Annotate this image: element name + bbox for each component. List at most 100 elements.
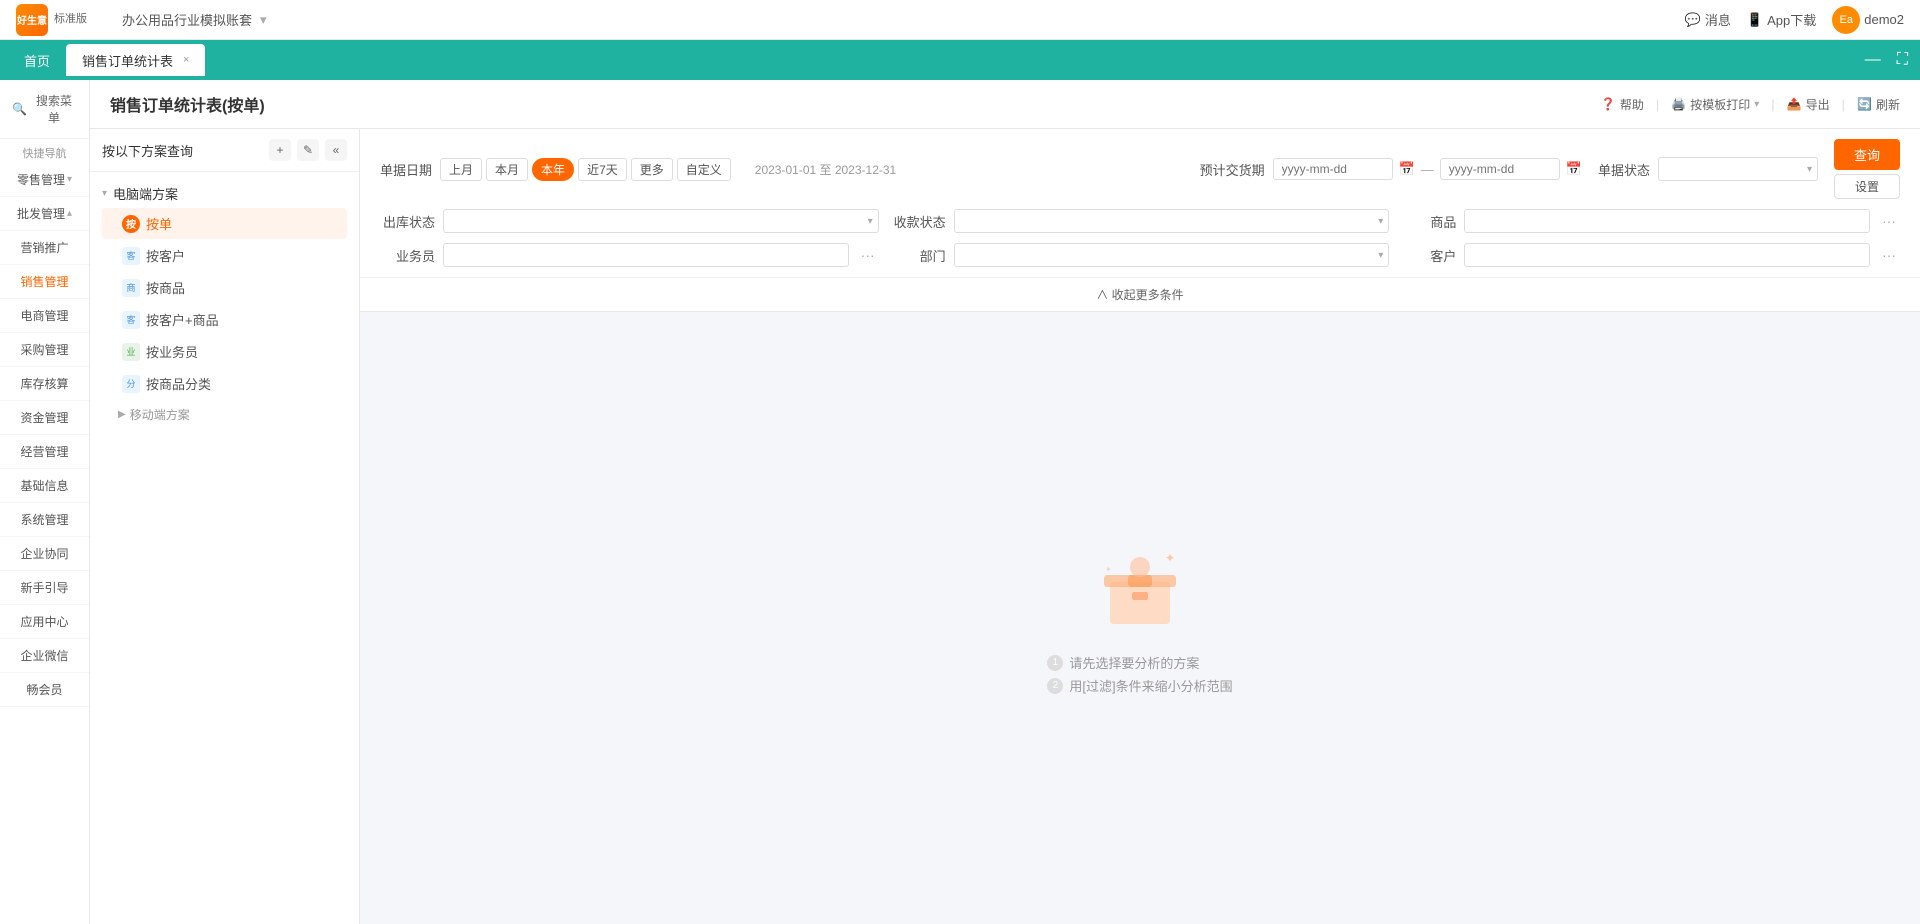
messages-action[interactable]: 💬 消息 xyxy=(1685,10,1731,29)
hint-item-2: 2 用[过滤]条件来缩小分析范围 xyxy=(1047,676,1232,695)
expected-date-end[interactable] xyxy=(1440,158,1560,180)
receipt-status-dropdown-wrap: ▾ xyxy=(954,209,1390,233)
sidebar-item-enterprise[interactable]: 企业协同 xyxy=(0,537,89,571)
tab-maximize-btn[interactable]: ⛶ xyxy=(1893,47,1912,73)
settings-btn[interactable]: 设置 xyxy=(1834,174,1900,199)
search-menu-btn[interactable]: 🔍 搜索菜单 xyxy=(8,88,81,130)
dropdown-icon[interactable]: ▾ xyxy=(260,12,267,28)
left-panel: 按以下方案查询 + ✎ « ▾ 电脑端方案 按 按单 xyxy=(90,129,360,924)
collapse-bar[interactable]: ∧ 收起更多条件 xyxy=(360,278,1920,312)
sidebar-item-finance[interactable]: 资金管理 xyxy=(0,401,89,435)
collapse-panel-btn[interactable]: « xyxy=(325,139,347,161)
expected-date-start[interactable] xyxy=(1273,158,1393,180)
filter-receipt-status-cell: 收款状态 ▾ xyxy=(891,209,1390,233)
sales-label: 销售管理 xyxy=(20,275,68,289)
sidebar-item-operations[interactable]: 经营管理 xyxy=(0,435,89,469)
solution-by-order[interactable]: 按 按单 xyxy=(102,208,347,239)
user-profile-action[interactable]: Ea demo2 xyxy=(1832,6,1904,34)
search-icon: 🔍 xyxy=(12,102,27,116)
help-action[interactable]: ❓ 帮助 xyxy=(1601,96,1644,113)
wholesale-label: 批发管理 xyxy=(17,205,65,222)
refresh-label: 刷新 xyxy=(1876,96,1900,113)
receipt-status-select[interactable] xyxy=(954,209,1390,233)
edit-solution-btn[interactable]: ✎ xyxy=(297,139,319,161)
header-divider1: | xyxy=(1656,97,1659,112)
customer-more-btn[interactable]: ··· xyxy=(1878,247,1900,263)
solution-by-salesman[interactable]: 业 按业务员 xyxy=(102,336,347,367)
sidebar-item-wechat[interactable]: 企业微信 xyxy=(0,639,89,673)
tab-home[interactable]: 首页 xyxy=(8,44,66,76)
sidebar-item-marketing[interactable]: 营销推广 xyxy=(0,231,89,265)
empty-hints: 1 请先选择要分析的方案 2 用[过滤]条件来缩小分析范围 xyxy=(1047,649,1232,699)
sidebar-search: 🔍 搜索菜单 xyxy=(0,80,89,139)
refresh-action[interactable]: 🔄 刷新 xyxy=(1857,96,1900,113)
hint-num-2: 2 xyxy=(1047,678,1063,694)
expected-date-input-group: 📅 — 📅 xyxy=(1273,158,1582,180)
salesman-input[interactable] xyxy=(443,243,849,267)
logo-icon: 好生意 xyxy=(16,4,48,36)
filter-right-group: 预计交货期 📅 — 📅 单据状态 xyxy=(1200,139,1900,199)
tab-minimize-btn[interactable]: — xyxy=(1861,47,1885,73)
order-status-select[interactable] xyxy=(1658,157,1818,181)
dept-select[interactable] xyxy=(954,243,1390,267)
calendar-icon-start[interactable]: 📅 xyxy=(1399,161,1415,177)
sidebar-item-purchase[interactable]: 采购管理 xyxy=(0,333,89,367)
tab-active[interactable]: 销售订单统计表 × xyxy=(66,44,205,76)
goods-input[interactable] xyxy=(1464,209,1870,233)
add-solution-btn[interactable]: + xyxy=(269,139,291,161)
sidebar-item-sales[interactable]: 销售管理 xyxy=(0,265,89,299)
date-custom-btn[interactable]: 自定义 xyxy=(677,158,731,181)
app-download-icon: 📱 xyxy=(1747,12,1763,28)
sidebar-item-appcenter[interactable]: 应用中心 xyxy=(0,605,89,639)
sidebar-item-retail[interactable]: 零售管理 ▾ xyxy=(0,163,89,197)
solution-by-category[interactable]: 分 按商品分类 xyxy=(102,368,347,399)
customer-input[interactable] xyxy=(1464,243,1870,267)
app-download-action[interactable]: 📱 App下载 xyxy=(1747,10,1816,29)
date-prev-month-btn[interactable]: 上月 xyxy=(440,158,482,181)
out-status-select[interactable] xyxy=(443,209,879,233)
solution-by-customer[interactable]: 客 按客户 xyxy=(102,240,347,271)
sidebar-item-wholesale[interactable]: 批发管理 ▴ xyxy=(0,197,89,231)
solution-by-salesman-label: 按业务员 xyxy=(146,342,198,361)
date-more-btn[interactable]: 更多 xyxy=(631,158,673,181)
appcenter-label: 应用中心 xyxy=(20,615,68,629)
sidebar-item-member[interactable]: 畅会员 xyxy=(0,673,89,707)
solution-by-customer-goods-label: 按客户+商品 xyxy=(146,310,219,329)
filter-salesman-cell: 业务员 ··· xyxy=(380,243,879,267)
hint-num-1: 1 xyxy=(1047,655,1063,671)
export-action[interactable]: 📤 导出 xyxy=(1787,96,1830,113)
date-this-year-btn[interactable]: 本年 xyxy=(532,158,574,181)
retail-arrow: ▾ xyxy=(67,174,72,185)
print-label: 按模板打印 xyxy=(1690,96,1750,113)
filter-out-status-cell: 出库状态 ▾ xyxy=(380,209,879,233)
solution-by-customer-label: 按客户 xyxy=(146,246,185,265)
calendar-icon-end[interactable]: 📅 xyxy=(1566,161,1582,177)
sidebar-item-inventory[interactable]: 库存核算 xyxy=(0,367,89,401)
query-btn[interactable]: 查询 xyxy=(1834,139,1900,170)
tree-parent-pc[interactable]: ▾ 电脑端方案 xyxy=(102,180,347,207)
sidebar-item-ecommerce[interactable]: 电商管理 xyxy=(0,299,89,333)
salesman-more-btn[interactable]: ··· xyxy=(857,247,879,263)
sidebar-item-system[interactable]: 系统管理 xyxy=(0,503,89,537)
top-title-text: 办公用品行业模拟账套 xyxy=(122,10,252,29)
tree-section-pc: ▾ 电脑端方案 按 按单 客 按客户 商 按商品 xyxy=(90,172,359,433)
sidebar-item-newbie[interactable]: 新手引导 xyxy=(0,571,89,605)
sidebar-item-basics[interactable]: 基础信息 xyxy=(0,469,89,503)
print-dropdown-arrow[interactable]: ▾ xyxy=(1754,99,1759,110)
solution-by-goods[interactable]: 商 按商品 xyxy=(102,272,347,303)
solution-by-customer-goods-icon: 客 xyxy=(122,311,140,329)
empty-illustration: ✦ ✦ xyxy=(1090,537,1190,637)
goods-more-btn[interactable]: ··· xyxy=(1878,213,1900,229)
filter-dept-cell: 部门 ▾ xyxy=(891,243,1390,267)
tree-arrow-pc: ▾ xyxy=(102,188,107,199)
solution-by-customer-goods[interactable]: 客 按客户+商品 xyxy=(102,304,347,335)
date-7days-btn[interactable]: 近7天 xyxy=(578,158,627,181)
query-btn-group: 查询 设置 xyxy=(1834,139,1900,199)
export-icon: 📤 xyxy=(1787,97,1802,111)
date-this-month-btn[interactable]: 本月 xyxy=(486,158,528,181)
tab-close-btn[interactable]: × xyxy=(183,54,189,66)
filter-order-status-cell: 单据状态 ▾ xyxy=(1598,157,1818,181)
section-mobile[interactable]: ▶ 移动端方案 xyxy=(102,400,347,425)
print-action[interactable]: 🖨️ 按模板打印 ▾ xyxy=(1671,96,1759,113)
hint-item-1: 1 请先选择要分析的方案 xyxy=(1047,653,1232,672)
